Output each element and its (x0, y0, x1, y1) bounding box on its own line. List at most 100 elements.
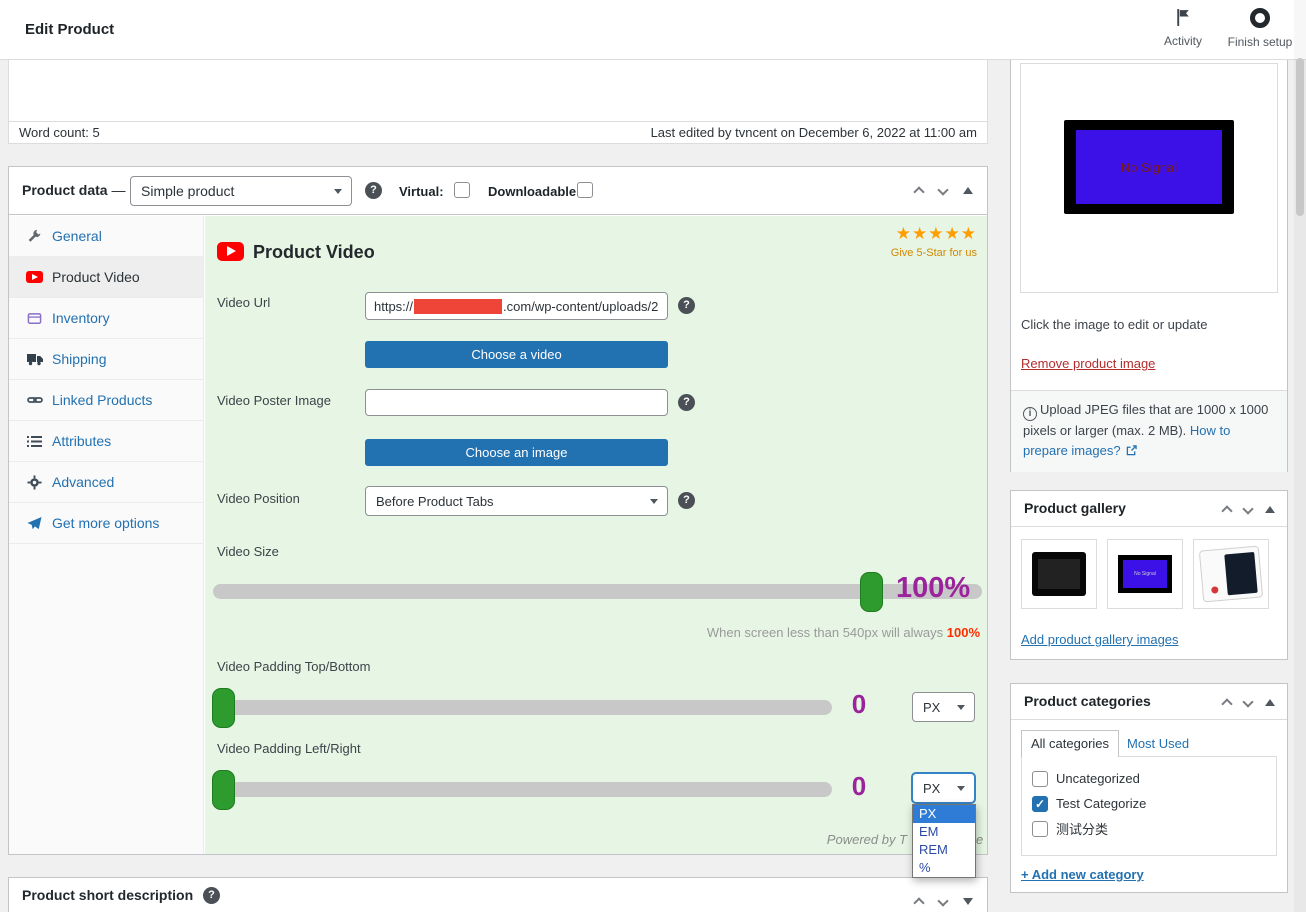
tab-shipping[interactable]: Shipping (9, 339, 203, 380)
last-edited-note: Last edited by tvncent on December 6, 20… (650, 125, 977, 140)
video-poster-label: Video Poster Image (217, 393, 331, 408)
description-editor[interactable]: Word count: 5 Last edited by tvncent on … (8, 60, 988, 144)
video-url-input[interactable]: https://.com/wp-content/uploads/2 (365, 292, 668, 320)
move-up-icon[interactable] (913, 897, 925, 909)
gear-icon (25, 474, 44, 490)
star-icon: ★ (944, 224, 961, 243)
tv-black-thumbnail[interactable] (1021, 539, 1097, 609)
panel-controls (913, 183, 973, 198)
category-checkbox-chinese[interactable] (1032, 820, 1048, 837)
product-categories-panel: Product categories All categories Most U… (1010, 683, 1288, 893)
video-size-label: Video Size (217, 544, 279, 559)
remove-product-image-link[interactable]: Remove product image (1021, 356, 1155, 371)
move-up-icon[interactable] (913, 186, 925, 198)
tab-inventory[interactable]: Inventory (9, 298, 203, 339)
tv-image: No Signal (1064, 120, 1234, 214)
padding-tb-slider-handle[interactable] (212, 688, 235, 728)
padding-tb-value: 0 (851, 689, 867, 719)
collapse-toggle-icon[interactable] (963, 186, 973, 194)
finish-setup-label: Finish setup (1227, 35, 1293, 49)
tab-get-more-options[interactable]: Get more options (9, 503, 203, 544)
video-size-slider-handle[interactable] (860, 572, 883, 612)
wrench-icon (25, 229, 44, 244)
admin-topbar: Edit Product Activity Finish setup (0, 0, 1306, 60)
move-down-icon[interactable] (937, 183, 949, 196)
help-icon[interactable]: ? (365, 182, 382, 199)
tv-black-image (1032, 552, 1086, 596)
white-device-thumbnail[interactable] (1193, 539, 1269, 609)
tab-linked-products[interactable]: Linked Products (9, 380, 203, 421)
external-link-icon (1126, 445, 1137, 456)
chevron-down-icon (957, 786, 965, 791)
scrollbar-track[interactable] (1294, 0, 1306, 912)
powered-by-text-tail: e (976, 832, 984, 847)
choose-video-button[interactable]: Choose a video (365, 341, 668, 368)
collapse-toggle-icon[interactable] (1265, 505, 1275, 513)
paper-plane-icon (25, 516, 44, 531)
category-checkbox-uncategorized[interactable] (1032, 770, 1048, 787)
tab-advanced[interactable]: Advanced (9, 462, 203, 503)
categories-header: Product categories (1011, 684, 1287, 720)
padding-top-bottom-label: Video Padding Top/Bottom (217, 659, 371, 674)
tab-product-video[interactable]: Product Video (9, 257, 203, 298)
finish-setup-button[interactable]: Finish setup (1225, 8, 1295, 49)
five-star-rating[interactable]: ★★★★★ (896, 224, 977, 244)
unit-option-em[interactable]: EM (913, 823, 975, 841)
product-image[interactable]: No Signal (1020, 63, 1278, 293)
tab-most-used[interactable]: Most Used (1127, 736, 1189, 751)
unit-option-rem[interactable]: REM (913, 841, 975, 859)
help-icon[interactable]: ? (678, 394, 695, 411)
category-list: Uncategorized ✓ Test Categorize 测试分类 (1021, 756, 1277, 856)
virtual-checkbox[interactable] (454, 182, 470, 198)
downloadable-checkbox[interactable] (577, 182, 593, 198)
unit-option-percent[interactable]: % (913, 859, 975, 877)
video-poster-input[interactable] (365, 389, 668, 416)
move-down-icon[interactable] (937, 894, 949, 907)
activity-button[interactable]: Activity (1148, 8, 1218, 48)
panel-controls (1221, 695, 1275, 710)
move-up-icon[interactable] (1221, 698, 1233, 710)
video-panel-title: Product Video (253, 242, 375, 262)
page-title: Edit Product (25, 21, 115, 38)
tab-all-categories[interactable]: All categories (1021, 730, 1120, 757)
virtual-label: Virtual: (399, 184, 444, 199)
padding-lr-unit-select[interactable]: PX (912, 773, 975, 803)
collapse-toggle-icon[interactable] (963, 897, 973, 905)
product-data-panel: Product data — Simple product ? Virtual:… (8, 166, 988, 878)
tab-attributes[interactable]: Attributes (9, 421, 203, 462)
video-size-value: 100% (896, 572, 971, 604)
category-item: Uncategorized (1032, 766, 1266, 791)
panel-controls (1221, 502, 1275, 517)
unit-option-px[interactable]: PX (913, 805, 975, 823)
help-icon[interactable]: ? (678, 492, 695, 509)
tv-no-signal-thumbnail[interactable]: No Signal (1107, 539, 1183, 609)
tab-general[interactable]: General (9, 216, 203, 257)
no-signal-screen: No Signal (1076, 130, 1222, 204)
help-icon[interactable]: ? (203, 887, 220, 904)
category-item: 测试分类 (1032, 816, 1266, 841)
rating-caption: Give 5-Star for us (890, 247, 977, 259)
product-video-panel: Product Video ★★★★★ Give 5-Star for us V… (205, 216, 987, 878)
add-new-category-link[interactable]: + Add new category (1021, 867, 1144, 882)
chevron-down-icon (650, 499, 658, 504)
collapse-toggle-icon[interactable] (1265, 698, 1275, 706)
product-type-select[interactable]: Simple product (130, 176, 352, 206)
product-gallery-panel: Product gallery No Signal Add product ga… (1010, 490, 1288, 660)
choose-image-button[interactable]: Choose an image (365, 439, 668, 466)
youtube-icon (25, 271, 44, 283)
category-checkbox-test-categorize[interactable]: ✓ (1032, 795, 1048, 812)
word-count: Word count: 5 (19, 125, 100, 140)
gallery-header: Product gallery (1011, 491, 1287, 527)
link-icon (25, 392, 44, 408)
padding-lr-slider-handle[interactable] (212, 770, 235, 810)
move-down-icon[interactable] (1242, 695, 1254, 708)
help-icon[interactable]: ? (678, 297, 695, 314)
padding-tb-unit-select[interactable]: PX (912, 692, 975, 722)
padding-tb-slider-track[interactable] (213, 700, 832, 715)
add-gallery-images-link[interactable]: Add product gallery images (1021, 632, 1179, 647)
padding-lr-slider-track[interactable] (213, 782, 832, 797)
video-position-select[interactable]: Before Product Tabs (365, 486, 668, 516)
move-up-icon[interactable] (1221, 505, 1233, 517)
scrollbar-thumb[interactable] (1296, 58, 1304, 216)
move-down-icon[interactable] (1242, 502, 1254, 515)
